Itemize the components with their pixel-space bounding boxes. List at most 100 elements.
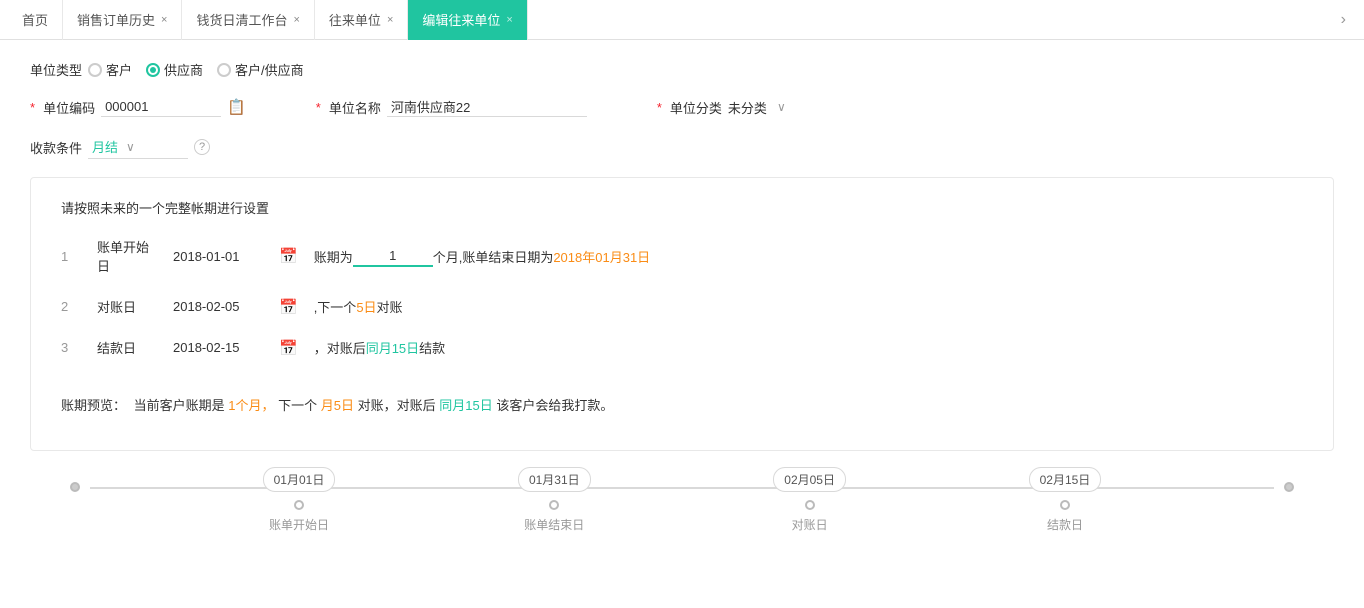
unit-code-label: 单位编码 [43,98,95,117]
radio-label-supplier: 供应商 [164,60,203,79]
preview-part3-before: 对账，对账后 [358,398,436,413]
period-num-3: 3 [61,340,81,355]
timeline-start-cap [70,482,80,492]
unit-type-row: 单位类型 客户 供应商 客户/供应商 [30,60,1334,79]
radio-circle-customer [88,63,102,77]
period-box: 请按照未来的一个完整帐期进行设置 1 账单开始日 2018-01-01 📅 账期… [30,177,1334,451]
unit-name-input[interactable] [387,97,587,117]
close-partner-unit[interactable]: × [387,14,393,26]
preview-part1: 1个月， [228,398,274,413]
timeline-point-4: 02月15日 结款日 [1029,467,1102,533]
help-icon-payment[interactable]: ? [194,139,210,155]
unit-code-input[interactable] [101,97,221,117]
preview-section: 账期预览： 当前客户账期是 1个月， 下一个 月5日 对账，对账后 同月15日 … [61,379,1303,430]
unit-category-label: 单位分类 [670,98,722,117]
preview-text-after: 该客户会给我打款。 [496,398,613,413]
tab-sales-history[interactable]: 销售订单历史 × [63,0,182,40]
preview-part2-before: 下一个 [278,398,317,413]
period-month-input[interactable] [353,246,433,267]
required-star-category: * [657,100,662,115]
preview-part3: 同月15日 [439,398,492,413]
required-star-name: * [316,100,321,115]
tab-edit-partner[interactable]: 编辑往来单位 × [408,0,527,40]
radio-circle-supplier [146,63,160,77]
timeline-dot-1 [294,500,304,510]
period-desc-3: ，对账后 同月15日 结款 [314,338,446,357]
period-row-2: 2 对账日 2018-02-05 📅 ,下一个 5日 对账 [61,297,1303,316]
unit-code-calendar-icon[interactable]: 📋 [227,98,246,116]
unit-code-field: * 单位编码 📋 [30,97,246,117]
radio-label-customer: 客户 [106,60,132,79]
period-date-1: 2018-01-01 [173,249,263,264]
timeline-label-1: 账单开始日 [269,516,329,533]
period-label-1: 账单开始日 [97,237,157,275]
period-row-1: 1 账单开始日 2018-01-01 📅 账期为 个月,账单结束日期为 2018… [61,237,1303,275]
preview-text-before: 当前客户账期是 [134,398,225,413]
tab-partner-unit[interactable]: 往来单位 × [315,0,408,40]
timeline-point-1: 01月01日 账单开始日 [263,467,336,533]
close-edit-partner[interactable]: × [506,14,512,26]
required-star-code: * [30,100,35,115]
period-desc-2: ,下一个 5日 对账 [314,297,403,316]
tab-more-button[interactable]: › [1331,11,1356,29]
period-calendar-2[interactable]: 📅 [279,298,298,316]
period-label-2: 对账日 [97,297,157,316]
timeline-dot-2 [549,500,559,510]
period-date-2: 2018-02-05 [173,299,263,314]
radio-customer[interactable]: 客户 [88,60,132,79]
period-desc-1: 账期为 个月,账单结束日期为 2018年01月31日 [314,246,650,267]
close-cash-work[interactable]: × [293,14,299,26]
payment-term-field: 收款条件 月结 ∨ ? [30,135,210,159]
radio-supplier[interactable]: 供应商 [146,60,203,79]
unit-category-field: * 单位分类 未分类 ∨ [657,98,908,117]
timeline-badge-4: 02月15日 [1029,467,1102,492]
payment-term-row: 收款条件 月结 ∨ ? [30,135,1334,159]
period-calendar-3[interactable]: 📅 [279,339,298,357]
tab-cash-work[interactable]: 钱货日清工作台 × [182,0,314,40]
preview-label: 账期预览： [61,398,126,413]
unit-category-select[interactable]: 未分类 ∨ [728,98,908,117]
period-reconcile-day-highlight: 5日 [356,297,376,316]
unit-category-value: 未分类 [728,98,767,117]
period-payment-day-highlight: 同月15日 [366,338,419,357]
period-desc-1-prefix: 账期为 [314,247,353,266]
radio-circle-both [217,63,231,77]
period-desc-2-prefix: ,下一个 [314,297,357,316]
period-calendar-1[interactable]: 📅 [279,247,298,265]
radio-both[interactable]: 客户/供应商 [217,60,304,79]
radio-dot-supplier [150,67,156,73]
period-desc-3-prefix: ，对账后 [314,338,366,357]
timeline-label-4: 结款日 [1047,516,1083,533]
timeline-dot-4 [1060,500,1070,510]
timeline-badge-1: 01月01日 [263,467,336,492]
tab-home[interactable]: 首页 [8,0,63,40]
period-desc-1-suffix: 个月,账单结束日期为 [433,247,554,266]
timeline-label-2: 账单结束日 [524,516,584,533]
radio-group-unit-type: 客户 供应商 客户/供应商 [88,60,304,79]
unit-info-row: * 单位编码 📋 * 单位名称 * 单位分类 未分类 ∨ [30,97,1334,117]
timeline-badge-3: 02月05日 [773,467,846,492]
period-box-title: 请按照未来的一个完整帐期进行设置 [61,198,1303,217]
period-date-3: 2018-02-15 [173,340,263,355]
period-num-2: 2 [61,299,81,314]
unit-type-label: 单位类型 [30,60,82,79]
payment-term-value: 月结 [92,137,118,156]
period-num-1: 1 [61,249,81,264]
timeline-label-3: 对账日 [792,516,828,533]
timeline-point-3: 02月05日 对账日 [773,467,846,533]
period-desc-2-suffix: 对账 [377,297,403,316]
timeline-cap-dot-right [1284,482,1294,492]
payment-term-select[interactable]: 月结 ∨ [88,135,188,159]
payment-term-dropdown-arrow: ∨ [126,140,135,154]
unit-name-field: * 单位名称 [316,97,587,117]
preview-part2: 月5日 [321,398,354,413]
close-sales-history[interactable]: × [161,14,167,26]
category-dropdown-arrow: ∨ [777,100,786,114]
period-end-date-highlight: 2018年01月31日 [553,247,650,266]
timeline-cap-dot-left [70,482,80,492]
timeline-end-cap [1284,482,1294,492]
timeline-points-row: 01月01日 账单开始日 01月31日 账单结束日 02月05日 对账日 02月… [70,467,1294,533]
period-desc-3-suffix: 结款 [419,338,445,357]
tab-bar: 首页 销售订单历史 × 钱货日清工作台 × 往来单位 × 编辑往来单位 × › [0,0,1364,40]
unit-name-label: 单位名称 [329,98,381,117]
